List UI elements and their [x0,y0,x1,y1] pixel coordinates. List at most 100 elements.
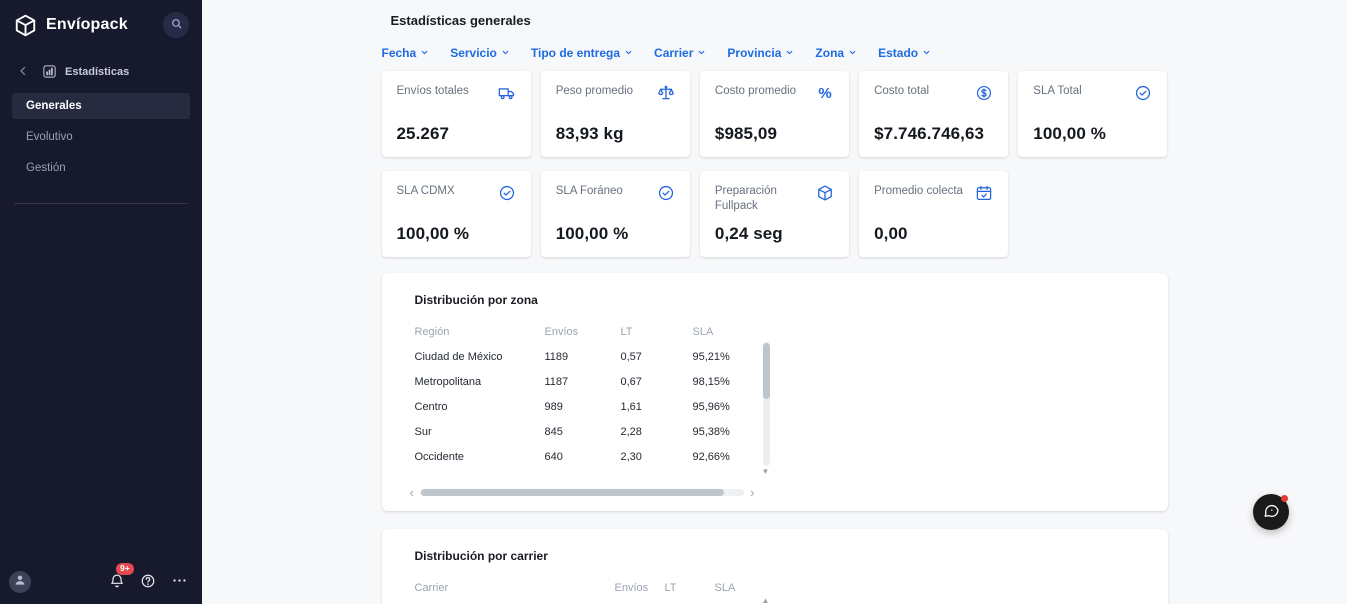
table-row: Metropolitana 1187 0,67 98,15% [415,369,777,394]
table-row: Ciudad de México 1189 0,57 95,21% [415,344,777,369]
stat-card-costo-total: Costo total $7.746.746,63 [859,71,1008,157]
stat-card-costo-promedio: Costo promedio % $985,09 [700,71,849,157]
vertical-scrollbar[interactable]: ▲ [762,598,771,604]
calendar-check-icon [975,184,993,202]
sidebar: Envíopack Estadísticas Generales Evoluti… [0,0,202,604]
notifications-button[interactable]: 9+ [109,573,125,592]
zone-table-rows: Ciudad de México 1189 0,57 95,21% Metrop… [415,344,777,477]
column-header: Envíos [545,326,621,338]
stat-value: 100,00 % [1033,124,1152,144]
filter-label: Zona [815,46,844,60]
scrollbar-thumb[interactable] [763,343,770,399]
stat-card-envios-totales: Envíos totales 25.267 [382,71,531,157]
cell-envios: 640 [545,451,621,463]
ellipsis-icon [171,572,188,592]
unread-indicator-dot [1281,495,1288,502]
stat-value: 25.267 [397,124,516,144]
stat-value: 0,24 seg [715,224,834,244]
scroll-right-arrow-icon[interactable]: › [749,486,755,499]
horizontal-scrollbar[interactable]: ‹ › [409,486,756,499]
column-header: LT [621,326,693,338]
cell-sla: 90,79% [693,476,753,478]
stat-label: Costo total [874,84,929,99]
cell-envios: 989 [545,401,621,413]
carrier-distribution-panel: Distribución por carrier Carrier Envíos … [382,529,1168,604]
sidebar-item-gestion[interactable]: Gestión [0,155,202,181]
cell-sla: 95,96% [693,401,753,413]
chat-widget-button[interactable] [1253,494,1289,530]
stat-card-sla-total: SLA Total 100,00 % [1018,71,1167,157]
dollar-circle-icon [975,84,993,102]
filter-servicio[interactable]: Servicio [450,46,510,60]
filter-estado[interactable]: Estado [878,46,931,60]
sidebar-header: Envíopack [0,0,202,48]
chat-bubble-icon [1263,502,1280,522]
column-header: Carrier [415,582,615,594]
brand-name: Envíopack [46,16,155,34]
filter-provincia[interactable]: Provincia [727,46,794,60]
scroll-down-arrow-icon[interactable]: ▼ [762,468,770,476]
more-options-button[interactable] [171,572,188,592]
sidebar-item-evolutivo[interactable]: Evolutivo [0,124,202,150]
scroll-left-arrow-icon[interactable]: ‹ [409,486,415,499]
bar-chart-icon [42,64,57,79]
main-area: Estadísticas generales Fecha Servicio Ti… [202,0,1347,604]
cell-sla: 92,66% [693,451,753,463]
stat-label: Preparación Fullpack [715,184,810,214]
cell-region: Occidente [415,451,545,463]
filter-carrier[interactable]: Carrier [654,46,706,60]
circle-check-icon [498,184,516,202]
carrier-table: Carrier Envíos LT SLA Paquetexpress 5613 [415,575,777,604]
stat-label: SLA Total [1033,84,1081,99]
chevron-down-icon [785,46,794,60]
table-row: Centro 989 1,61 95,96% [415,394,777,419]
stat-card-promedio-colecta: Promedio colecta 0,00 [859,171,1008,257]
sidebar-nav: Generales Evolutivo Gestión [0,89,202,185]
circle-check-icon [1134,84,1152,102]
sidebar-divider [14,203,188,204]
stat-value: $7.746.746,63 [874,124,993,144]
chevron-down-icon [420,46,429,60]
stat-label: Peso promedio [556,84,633,99]
collapse-sidebar-button[interactable] [16,65,30,79]
chevron-left-icon [17,65,29,80]
column-header: SLA [715,582,775,594]
carrier-table-header: Carrier Envíos LT SLA [415,575,777,600]
filter-bar: Fecha Servicio Tipo de entrega Carrier P… [382,46,1168,60]
filter-label: Tipo de entrega [531,46,620,60]
cell-envios: 528 [545,476,621,478]
scrollbar-track[interactable] [420,489,744,496]
help-button[interactable] [140,573,156,592]
cell-lt: 1,91 [621,476,693,478]
user-avatar[interactable] [9,571,31,593]
table-row: Paquetexpress 5613 1,90 87,81% [415,600,777,604]
percent-icon: % [816,84,834,102]
cell-sla: 95,38% [693,426,753,438]
filter-zona[interactable]: Zona [815,46,857,60]
stat-cards-row-2: SLA CDMX 100,00 % SLA Foráneo 100,0 [382,171,1168,257]
filter-label: Estado [878,46,918,60]
zone-panel-title: Distribución por zona [382,293,1168,307]
cell-sla: 95,21% [693,351,753,363]
stat-label: SLA Foráneo [556,184,623,199]
scrollbar-thumb[interactable] [421,489,724,496]
truck-icon [498,84,516,102]
bell-icon [109,573,125,592]
filter-tipo-de-entrega[interactable]: Tipo de entrega [531,46,633,60]
cell-envios: 1189 [545,351,621,363]
cell-region: Ciudad de México [415,351,545,363]
search-button[interactable] [163,12,189,38]
cell-region: Bajío [415,476,545,478]
column-header: Envíos [615,582,665,594]
scroll-up-arrow-icon[interactable]: ▲ [762,597,770,604]
stat-value: 100,00 % [556,224,675,244]
sidebar-item-generales[interactable]: Generales [12,93,190,119]
stat-label: Costo promedio [715,84,796,99]
vertical-scrollbar[interactable]: ▼ [762,342,771,475]
filter-fecha[interactable]: Fecha [382,46,430,60]
stat-label: Promedio colecta [874,184,963,199]
stat-label: Envíos totales [397,84,469,99]
chevron-down-icon [922,46,931,60]
cell-region: Centro [415,401,545,413]
cell-lt: 1,61 [621,401,693,413]
